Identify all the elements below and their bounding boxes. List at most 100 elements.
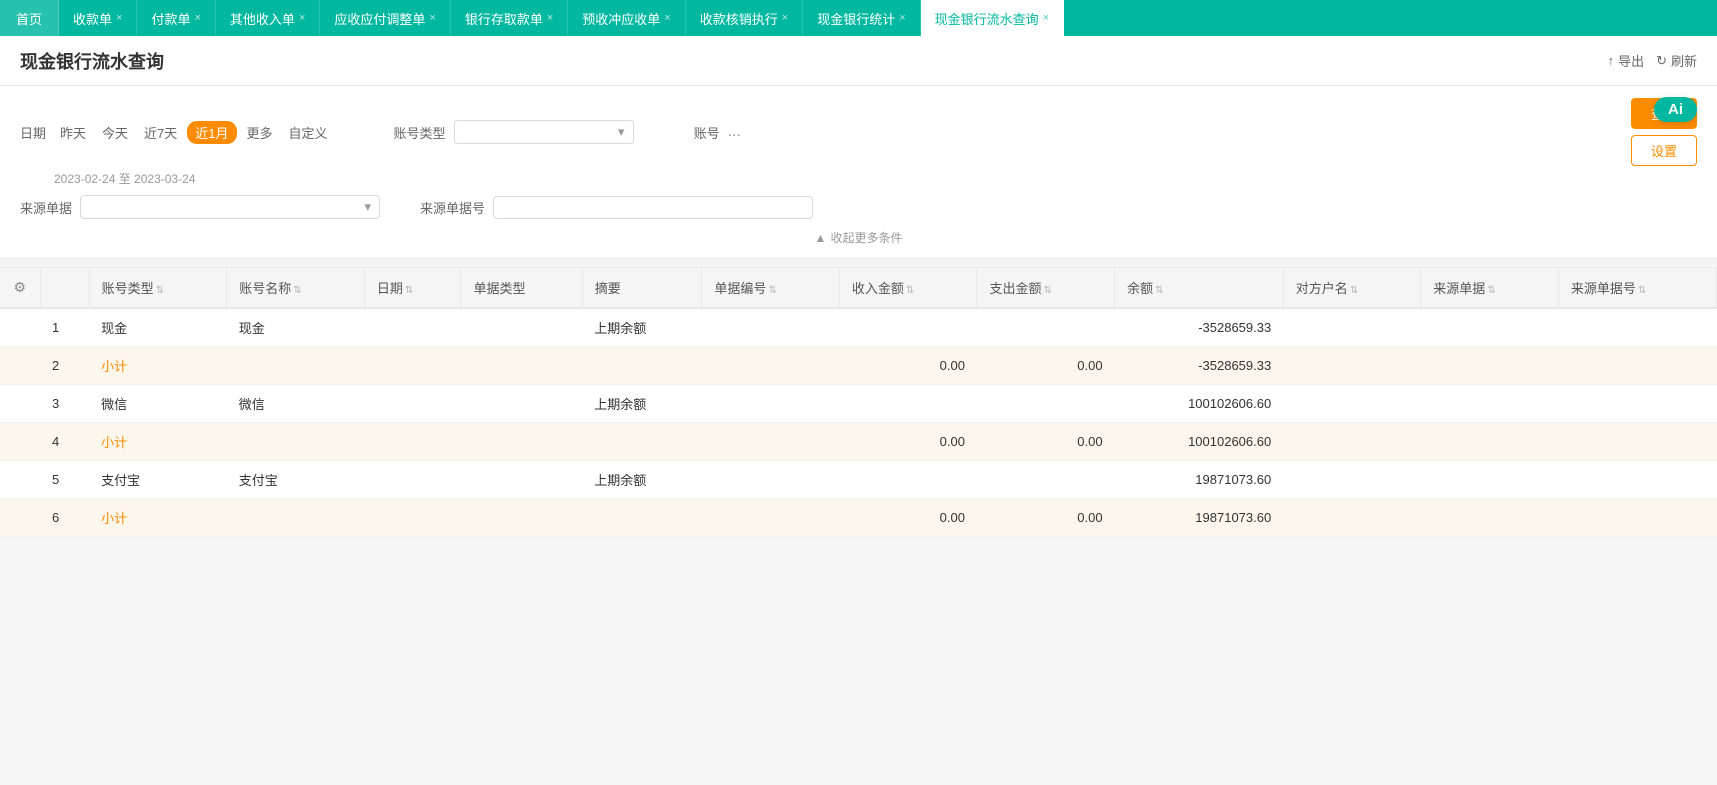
col-income[interactable]: 收入金额⇅ bbox=[839, 268, 977, 309]
col-source-doc[interactable]: 来源单据⇅ bbox=[1421, 268, 1559, 309]
nav-bank-stat-label: 现金银行统计 bbox=[817, 9, 895, 28]
col-account-type[interactable]: 账号类型⇅ bbox=[89, 268, 227, 309]
row-balance: 19871073.60 bbox=[1115, 499, 1284, 537]
col-account-name[interactable]: 账号名称⇅ bbox=[227, 268, 365, 309]
collapse-bar[interactable]: ▲ 收起更多条件 bbox=[20, 229, 1697, 246]
date-btn-more[interactable]: 更多 bbox=[241, 121, 279, 144]
account-label: 账号 bbox=[694, 123, 720, 142]
account-type-chevron-icon: ▾ bbox=[618, 124, 625, 140]
row-doc-no bbox=[702, 308, 840, 347]
nav-writeoff-close[interactable]: × bbox=[782, 12, 788, 24]
sort-doc-no-icon: ⇅ bbox=[768, 285, 776, 296]
row-doc-type bbox=[461, 423, 582, 461]
sort-expense-icon: ⇅ bbox=[1044, 285, 1052, 296]
row-idx: 1 bbox=[40, 308, 89, 347]
row-balance: 100102606.60 bbox=[1115, 385, 1284, 423]
table-row[interactable]: 5支付宝支付宝上期余额19871073.60 bbox=[0, 461, 1717, 499]
col-date[interactable]: 日期⇅ bbox=[364, 268, 461, 309]
nav-ar-ap-adjust-label: 应收应付调整单 bbox=[334, 9, 425, 28]
nav-bank-stat-close[interactable]: × bbox=[899, 12, 905, 24]
table-row[interactable]: 6小计0.000.0019871073.60 bbox=[0, 499, 1717, 537]
collapse-label: 收起更多条件 bbox=[830, 229, 902, 246]
nav-home[interactable]: 首页 bbox=[0, 0, 59, 36]
sort-source-doc-icon: ⇅ bbox=[1487, 285, 1495, 296]
row-account-type: 支付宝 bbox=[89, 461, 227, 499]
nav-other-income-close[interactable]: × bbox=[299, 12, 305, 24]
export-icon: ↑ bbox=[1608, 53, 1615, 68]
account-dots[interactable]: ... bbox=[728, 123, 741, 141]
date-btn-custom[interactable]: 自定义 bbox=[283, 121, 334, 144]
date-btn-today[interactable]: 今天 bbox=[96, 121, 134, 144]
nav-bank-stat[interactable]: 现金银行统计 × bbox=[803, 0, 920, 36]
row-source-doc-no bbox=[1558, 461, 1716, 499]
col-balance[interactable]: 余额⇅ bbox=[1115, 268, 1284, 309]
date-btn-7days[interactable]: 近7天 bbox=[138, 121, 183, 144]
row-balance: -3528659.33 bbox=[1115, 347, 1284, 385]
row-source-doc-no bbox=[1558, 423, 1716, 461]
nav-receipt[interactable]: 收款单 × bbox=[59, 0, 137, 36]
row-summary bbox=[582, 499, 702, 537]
row-source-doc bbox=[1421, 347, 1559, 385]
filter-row-1: 日期 昨天 今天 近7天 近1月 更多 自定义 账号类型 ▾ 账号 ... bbox=[20, 98, 1697, 166]
nav-bank-flow[interactable]: 现金银行流水查询 × bbox=[921, 0, 1064, 36]
nav-payment[interactable]: 付款单 × bbox=[137, 0, 215, 36]
date-btn-1month[interactable]: 近1月 bbox=[187, 121, 236, 144]
row-doc-no bbox=[702, 499, 840, 537]
nav-other-income[interactable]: 其他收入单 × bbox=[216, 0, 320, 36]
row-balance: 100102606.60 bbox=[1115, 423, 1284, 461]
col-counterparty[interactable]: 对方户名⇅ bbox=[1283, 268, 1421, 309]
row-date bbox=[364, 308, 461, 347]
col-source-doc-no[interactable]: 来源单据号⇅ bbox=[1558, 268, 1716, 309]
table-header: ⚙ 账号类型⇅ 账号名称⇅ 日期⇅ 单据类型 摘要 单据编号⇅ 收入金额⇅ 支出… bbox=[0, 268, 1717, 309]
nav-ar-ap-adjust-close[interactable]: × bbox=[429, 12, 435, 24]
nav-ar-ap-adjust[interactable]: 应收应付调整单 × bbox=[320, 0, 450, 36]
nav-bank-deposit[interactable]: 银行存取款单 × bbox=[451, 0, 568, 36]
row-doc-type bbox=[461, 308, 582, 347]
nav-other-income-label: 其他收入单 bbox=[230, 9, 295, 28]
row-source-doc bbox=[1421, 423, 1559, 461]
col-doc-no[interactable]: 单据编号⇅ bbox=[702, 268, 840, 309]
row-expense bbox=[977, 461, 1115, 499]
row-idx: 3 bbox=[40, 385, 89, 423]
table-row[interactable]: 3微信微信上期余额100102606.60 bbox=[0, 385, 1717, 423]
row-income: 0.00 bbox=[839, 423, 977, 461]
table-row[interactable]: 2小计0.000.00-3528659.33 bbox=[0, 347, 1717, 385]
refresh-icon: ↻ bbox=[1656, 53, 1667, 69]
account-type-label: 账号类型 bbox=[394, 123, 446, 142]
col-expense[interactable]: 支出金额⇅ bbox=[977, 268, 1115, 309]
nav-prepay-offset[interactable]: 预收冲应收单 × bbox=[568, 0, 685, 36]
date-label: 日期 bbox=[20, 123, 46, 142]
account-type-select[interactable]: ▾ bbox=[454, 120, 634, 144]
source-doc-no-input[interactable] bbox=[493, 196, 813, 219]
row-source-doc-no bbox=[1558, 385, 1716, 423]
row-source-doc bbox=[1421, 385, 1559, 423]
row-date bbox=[364, 499, 461, 537]
header-actions: ↑ 导出 ↻ 刷新 bbox=[1608, 51, 1697, 70]
nav-receipt-close[interactable]: × bbox=[116, 12, 122, 24]
row-idx: 2 bbox=[40, 347, 89, 385]
col-gear[interactable]: ⚙ bbox=[0, 268, 40, 309]
nav-bank-flow-close[interactable]: × bbox=[1043, 12, 1049, 24]
row-counterparty bbox=[1283, 423, 1421, 461]
export-button[interactable]: ↑ 导出 bbox=[1608, 51, 1645, 70]
nav-home-label: 首页 bbox=[16, 9, 42, 28]
date-btn-yesterday[interactable]: 昨天 bbox=[54, 121, 92, 144]
page-title: 现金银行流水查询 bbox=[20, 48, 164, 74]
nav-writeoff[interactable]: 收款核销执行 × bbox=[686, 0, 803, 36]
settings-button[interactable]: 设置 bbox=[1631, 135, 1697, 166]
row-gear bbox=[0, 347, 40, 385]
nav-prepay-offset-close[interactable]: × bbox=[664, 12, 670, 24]
nav-prepay-offset-label: 预收冲应收单 bbox=[582, 9, 660, 28]
source-doc-no-filter-group: 来源单据号 bbox=[420, 196, 813, 219]
table-row[interactable]: 1现金现金上期余额-3528659.33 bbox=[0, 308, 1717, 347]
row-summary: 上期余额 bbox=[582, 461, 702, 499]
settings-icon[interactable]: ⚙ bbox=[13, 279, 26, 295]
nav-payment-close[interactable]: × bbox=[194, 12, 200, 24]
ai-badge[interactable]: Ai bbox=[1654, 97, 1697, 122]
nav-bank-deposit-close[interactable]: × bbox=[547, 12, 553, 24]
row-account-name bbox=[227, 499, 365, 537]
refresh-button[interactable]: ↻ 刷新 bbox=[1656, 51, 1697, 70]
table-row[interactable]: 4小计0.000.00100102606.60 bbox=[0, 423, 1717, 461]
source-doc-select[interactable]: ▾ bbox=[80, 195, 380, 219]
page-header: 现金银行流水查询 ↑ 导出 ↻ 刷新 bbox=[0, 36, 1717, 86]
